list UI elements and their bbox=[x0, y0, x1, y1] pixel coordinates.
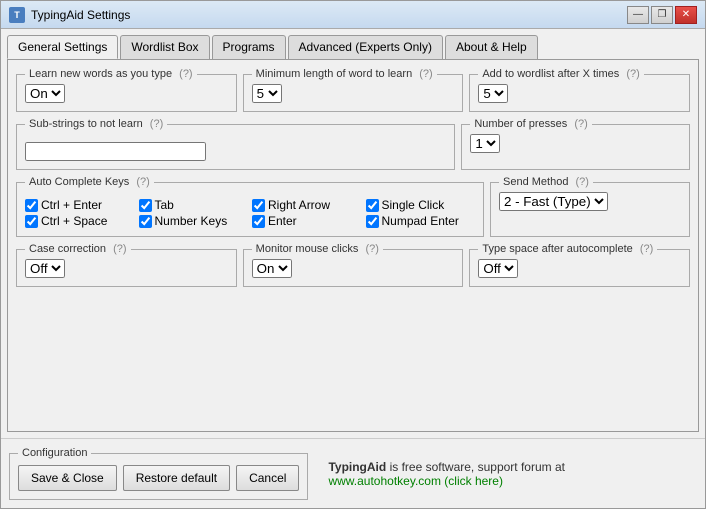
checkbox-enter: Enter bbox=[252, 214, 362, 228]
monitor-mouse-help[interactable]: (?) bbox=[365, 243, 378, 255]
row-1: Learn new words as you type (?) On Off M… bbox=[16, 68, 690, 112]
tab-content-general: Learn new words as you type (?) On Off M… bbox=[7, 59, 699, 432]
checkbox-numpad-enter: Numpad Enter bbox=[366, 214, 476, 228]
tab-programs[interactable]: Programs bbox=[212, 35, 286, 59]
spacer bbox=[16, 293, 690, 423]
checkbox-right-arrow-label: Right Arrow bbox=[268, 198, 330, 212]
checkbox-ctrl-enter-label: Ctrl + Enter bbox=[41, 198, 102, 212]
min-length-help[interactable]: (?) bbox=[419, 68, 432, 80]
auto-complete-help[interactable]: (?) bbox=[136, 176, 149, 188]
row-3: Auto Complete Keys (?) Ctrl + Enter Tab bbox=[16, 176, 690, 237]
auto-complete-keys-group: Auto Complete Keys (?) Ctrl + Enter Tab bbox=[16, 176, 484, 237]
row-4: Case correction (?) Off Monitor mouse cl… bbox=[16, 243, 690, 287]
min-length-select[interactable]: 5 bbox=[252, 84, 282, 103]
checkbox-ctrl-space-label: Ctrl + Space bbox=[41, 214, 107, 228]
checkbox-tab-input[interactable] bbox=[139, 199, 152, 212]
website-link[interactable]: www.autohotkey.com (click here) bbox=[328, 474, 503, 488]
type-space-help[interactable]: (?) bbox=[640, 243, 653, 255]
send-method-help[interactable]: (?) bbox=[576, 176, 589, 188]
tab-general[interactable]: General Settings bbox=[7, 35, 118, 59]
type-space-label: Type space after autocomplete (?) bbox=[478, 243, 657, 255]
footer-info-text: is free software, support forum at bbox=[386, 460, 565, 474]
tab-bar: General Settings Wordlist Box Programs A… bbox=[7, 35, 699, 59]
checkbox-right-arrow: Right Arrow bbox=[252, 198, 362, 212]
num-presses-help[interactable]: (?) bbox=[574, 118, 587, 130]
learn-words-label: Learn new words as you type (?) bbox=[25, 68, 197, 80]
close-button[interactable]: ✕ bbox=[675, 6, 697, 24]
case-correction-select[interactable]: Off bbox=[25, 259, 65, 278]
window-title: TypingAid Settings bbox=[31, 8, 627, 22]
auto-complete-keys-label: Auto Complete Keys (?) bbox=[25, 176, 154, 188]
checkbox-numpad-enter-input[interactable] bbox=[366, 215, 379, 228]
restore-default-button[interactable]: Restore default bbox=[123, 465, 230, 491]
config-group: Configuration Save & Close Restore defau… bbox=[9, 447, 308, 500]
add-to-wordlist-group: Add to wordlist after X times (?) 5 bbox=[469, 68, 690, 112]
checkbox-enter-label: Enter bbox=[268, 214, 297, 228]
checkbox-numpad-enter-label: Numpad Enter bbox=[382, 214, 459, 228]
app-name: TypingAid bbox=[328, 460, 386, 474]
monitor-mouse-select[interactable]: On bbox=[252, 259, 292, 278]
min-length-group: Minimum length of word to learn (?) 5 bbox=[243, 68, 464, 112]
window-controls: — ❐ ✕ bbox=[627, 6, 697, 24]
main-window: T TypingAid Settings — ❐ ✕ General Setti… bbox=[0, 0, 706, 509]
footer: Configuration Save & Close Restore defau… bbox=[1, 438, 705, 508]
substrings-group: Sub-strings to not learn (?) bbox=[16, 118, 455, 170]
minimize-button[interactable]: — bbox=[627, 6, 649, 24]
num-presses-select[interactable]: 1 bbox=[470, 134, 500, 153]
type-space-group: Type space after autocomplete (?) Off bbox=[469, 243, 690, 287]
case-correction-help[interactable]: (?) bbox=[113, 243, 126, 255]
send-method-label: Send Method (?) bbox=[499, 176, 593, 188]
checkbox-number-keys: Number Keys bbox=[139, 214, 249, 228]
checkbox-ctrl-enter-input[interactable] bbox=[25, 199, 38, 212]
substrings-input[interactable] bbox=[25, 142, 206, 161]
checkbox-right-arrow-input[interactable] bbox=[252, 199, 265, 212]
tab-about[interactable]: About & Help bbox=[445, 35, 538, 59]
tab-wordlist[interactable]: Wordlist Box bbox=[120, 35, 209, 59]
monitor-mouse-label: Monitor mouse clicks (?) bbox=[252, 243, 383, 255]
save-close-button[interactable]: Save & Close bbox=[18, 465, 117, 491]
config-label: Configuration bbox=[18, 447, 91, 459]
footer-info: TypingAid is free software, support foru… bbox=[318, 460, 697, 488]
min-length-label: Minimum length of word to learn (?) bbox=[252, 68, 437, 80]
row-2: Sub-strings to not learn (?) Number of p… bbox=[16, 118, 690, 170]
app-icon: T bbox=[9, 7, 25, 23]
checkbox-ctrl-space: Ctrl + Space bbox=[25, 214, 135, 228]
checkboxes-container: Ctrl + Enter Tab Right Arrow Single bbox=[25, 198, 475, 228]
checkbox-ctrl-space-input[interactable] bbox=[25, 215, 38, 228]
title-bar: T TypingAid Settings — ❐ ✕ bbox=[1, 1, 705, 29]
num-presses-group: Number of presses (?) 1 bbox=[461, 118, 690, 170]
send-method-select[interactable]: 2 - Fast (Type) bbox=[499, 192, 608, 211]
add-to-wordlist-help[interactable]: (?) bbox=[626, 68, 639, 80]
checkbox-tab-label: Tab bbox=[155, 198, 174, 212]
case-correction-label: Case correction (?) bbox=[25, 243, 131, 255]
checkbox-single-click-label: Single Click bbox=[382, 198, 445, 212]
cancel-button[interactable]: Cancel bbox=[236, 465, 299, 491]
case-correction-group: Case correction (?) Off bbox=[16, 243, 237, 287]
checkbox-tab: Tab bbox=[139, 198, 249, 212]
type-space-select[interactable]: Off bbox=[478, 259, 518, 278]
checkbox-ctrl-enter: Ctrl + Enter bbox=[25, 198, 135, 212]
add-to-wordlist-select[interactable]: 5 bbox=[478, 84, 508, 103]
checkbox-single-click-input[interactable] bbox=[366, 199, 379, 212]
restore-button[interactable]: ❐ bbox=[651, 6, 673, 24]
content-area: General Settings Wordlist Box Programs A… bbox=[1, 29, 705, 438]
send-method-group: Send Method (?) 2 - Fast (Type) bbox=[490, 176, 690, 237]
checkbox-enter-input[interactable] bbox=[252, 215, 265, 228]
checkbox-single-click: Single Click bbox=[366, 198, 476, 212]
learn-words-select[interactable]: On Off bbox=[25, 84, 65, 103]
substrings-label: Sub-strings to not learn (?) bbox=[25, 118, 167, 130]
learn-words-help[interactable]: (?) bbox=[179, 68, 192, 80]
checkbox-number-keys-label: Number Keys bbox=[155, 214, 228, 228]
tab-advanced[interactable]: Advanced (Experts Only) bbox=[288, 35, 443, 59]
substrings-help[interactable]: (?) bbox=[150, 118, 163, 130]
num-presses-label: Number of presses (?) bbox=[470, 118, 591, 130]
monitor-mouse-group: Monitor mouse clicks (?) On bbox=[243, 243, 464, 287]
add-to-wordlist-label: Add to wordlist after X times (?) bbox=[478, 68, 643, 80]
learn-words-group: Learn new words as you type (?) On Off bbox=[16, 68, 237, 112]
checkbox-number-keys-input[interactable] bbox=[139, 215, 152, 228]
